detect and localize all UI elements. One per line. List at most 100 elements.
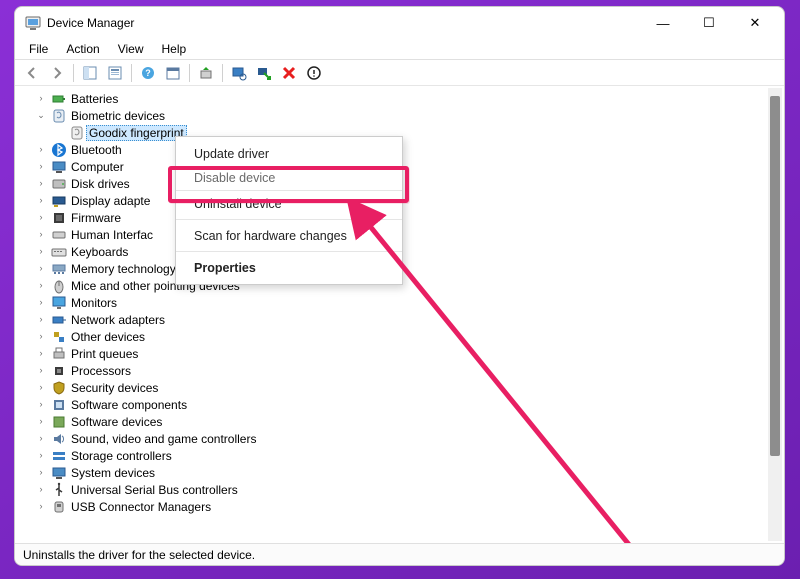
- tree-item-usb-controllers[interactable]: › Universal Serial Bus controllers: [35, 481, 782, 498]
- expand-icon[interactable]: ›: [35, 92, 47, 104]
- expand-icon[interactable]: ›: [35, 500, 47, 512]
- tree-item-system-devices[interactable]: › System devices: [35, 464, 782, 481]
- expand-icon[interactable]: ›: [35, 415, 47, 427]
- fingerprint-icon: [51, 108, 67, 124]
- collapse-icon[interactable]: ⌄: [35, 109, 47, 121]
- tree-item-display-adapters[interactable]: › Display adapte: [35, 192, 782, 209]
- expand-icon[interactable]: ›: [35, 228, 47, 240]
- menu-action[interactable]: Action: [58, 41, 107, 57]
- window-title: Device Manager: [47, 16, 134, 30]
- expand-icon[interactable]: ›: [35, 381, 47, 393]
- mouse-icon: [51, 278, 67, 294]
- expand-icon[interactable]: ›: [35, 262, 47, 274]
- computer-icon: [51, 159, 67, 175]
- disk-icon: [51, 176, 67, 192]
- menubar: File Action View Help: [15, 39, 784, 59]
- expand-icon[interactable]: ›: [35, 364, 47, 376]
- scan-hardware-toolbar-button[interactable]: [228, 62, 250, 84]
- expand-icon[interactable]: ›: [35, 279, 47, 291]
- printer-icon: [51, 346, 67, 362]
- context-menu: Update driver Disable device Uninstall d…: [175, 136, 403, 285]
- menu-view[interactable]: View: [110, 41, 152, 57]
- expand-icon[interactable]: ›: [35, 330, 47, 342]
- tree-item-computer[interactable]: › Computer: [35, 158, 782, 175]
- tree-item-keyboards[interactable]: › Keyboards: [35, 243, 782, 260]
- ctx-disable-device[interactable]: Disable device: [176, 166, 402, 191]
- maximize-button[interactable]: ☐: [686, 8, 732, 38]
- app-icon: [25, 15, 41, 31]
- tree-item-bluetooth[interactable]: › Bluetooth: [35, 141, 782, 158]
- expand-icon[interactable]: ›: [35, 466, 47, 478]
- monitor-icon: [51, 295, 67, 311]
- other-devices-icon: [51, 329, 67, 345]
- tree-item-software-components[interactable]: › Software components: [35, 396, 782, 413]
- ctx-uninstall-device[interactable]: Uninstall device: [176, 191, 402, 216]
- tree-item-mice[interactable]: › Mice and other pointing devices: [35, 277, 782, 294]
- expand-icon[interactable]: ›: [35, 449, 47, 461]
- expand-icon[interactable]: ›: [35, 177, 47, 189]
- expand-icon[interactable]: ›: [35, 211, 47, 223]
- vertical-scrollbar[interactable]: [768, 88, 782, 541]
- storage-icon: [51, 448, 67, 464]
- ctx-properties[interactable]: Properties: [176, 255, 402, 280]
- toolbar: ?: [15, 60, 784, 86]
- menu-help[interactable]: Help: [154, 41, 195, 57]
- tree-item-batteries[interactable]: › Batteries: [35, 90, 782, 107]
- ctx-scan-hardware[interactable]: Scan for hardware changes: [176, 223, 402, 248]
- tree-item-biometric[interactable]: ⌄ Biometric devices: [35, 107, 782, 124]
- fingerprint-icon: [69, 125, 85, 141]
- expand-icon[interactable]: ›: [35, 160, 47, 172]
- tree-item-monitors[interactable]: › Monitors: [35, 294, 782, 311]
- scrollbar-thumb[interactable]: [770, 96, 780, 456]
- properties-toolbar-button[interactable]: [104, 62, 126, 84]
- tree-item-memory-tech[interactable]: › Memory technology devices: [35, 260, 782, 277]
- tree-item-sound[interactable]: › Sound, video and game controllers: [35, 430, 782, 447]
- device-tree[interactable]: › Batteries ⌄ Biometric devices Goodix f…: [15, 86, 784, 543]
- disable-device-toolbar-button[interactable]: [303, 62, 325, 84]
- close-button[interactable]: ✕: [732, 8, 778, 38]
- update-driver-toolbar-button[interactable]: [195, 62, 217, 84]
- expand-icon[interactable]: ›: [35, 245, 47, 257]
- network-icon: [51, 312, 67, 328]
- show-hide-console-button[interactable]: [79, 62, 101, 84]
- tree-item-firmware[interactable]: › Firmware: [35, 209, 782, 226]
- tree-item-other-devices[interactable]: › Other devices: [35, 328, 782, 345]
- tree-item-storage-controllers[interactable]: › Storage controllers: [35, 447, 782, 464]
- expand-icon[interactable]: ›: [35, 483, 47, 495]
- bluetooth-icon: [51, 142, 67, 158]
- status-text: Uninstalls the driver for the selected d…: [23, 548, 255, 562]
- window-controls: — ☐ ✕: [640, 8, 778, 38]
- tree-item-disk-drives[interactable]: › Disk drives: [35, 175, 782, 192]
- expand-icon[interactable]: ›: [35, 432, 47, 444]
- usb-connector-icon: [51, 499, 67, 515]
- help-toolbar-button[interactable]: ?: [137, 62, 159, 84]
- tree-item-goodix-fingerprint[interactable]: Goodix fingerprint: [35, 124, 782, 141]
- menu-file[interactable]: File: [21, 41, 56, 57]
- expand-icon[interactable]: ›: [35, 143, 47, 155]
- tree-item-hid[interactable]: › Human Interfac: [35, 226, 782, 243]
- expand-icon[interactable]: ›: [35, 296, 47, 308]
- expand-icon[interactable]: ›: [35, 194, 47, 206]
- sw-device-icon: [51, 414, 67, 430]
- usb-icon: [51, 482, 67, 498]
- titlebar[interactable]: Device Manager — ☐ ✕: [15, 7, 784, 39]
- status-bar: Uninstalls the driver for the selected d…: [15, 543, 784, 565]
- tree-item-usb-connector-managers[interactable]: › USB Connector Managers: [35, 498, 782, 515]
- expand-icon[interactable]: ›: [35, 313, 47, 325]
- uninstall-device-toolbar-button[interactable]: [278, 62, 300, 84]
- processor-icon: [51, 363, 67, 379]
- back-button[interactable]: [21, 62, 43, 84]
- minimize-button[interactable]: —: [640, 8, 686, 38]
- tree-item-processors[interactable]: › Processors: [35, 362, 782, 379]
- ctx-update-driver[interactable]: Update driver: [176, 141, 402, 166]
- tree-item-network-adapters[interactable]: › Network adapters: [35, 311, 782, 328]
- expand-icon[interactable]: ›: [35, 398, 47, 410]
- expand-icon[interactable]: ›: [35, 347, 47, 359]
- calendar-toolbar-button[interactable]: [162, 62, 184, 84]
- battery-icon: [51, 91, 67, 107]
- enable-device-toolbar-button[interactable]: [253, 62, 275, 84]
- tree-item-print-queues[interactable]: › Print queues: [35, 345, 782, 362]
- forward-button[interactable]: [46, 62, 68, 84]
- tree-item-software-devices[interactable]: › Software devices: [35, 413, 782, 430]
- tree-item-security-devices[interactable]: › Security devices: [35, 379, 782, 396]
